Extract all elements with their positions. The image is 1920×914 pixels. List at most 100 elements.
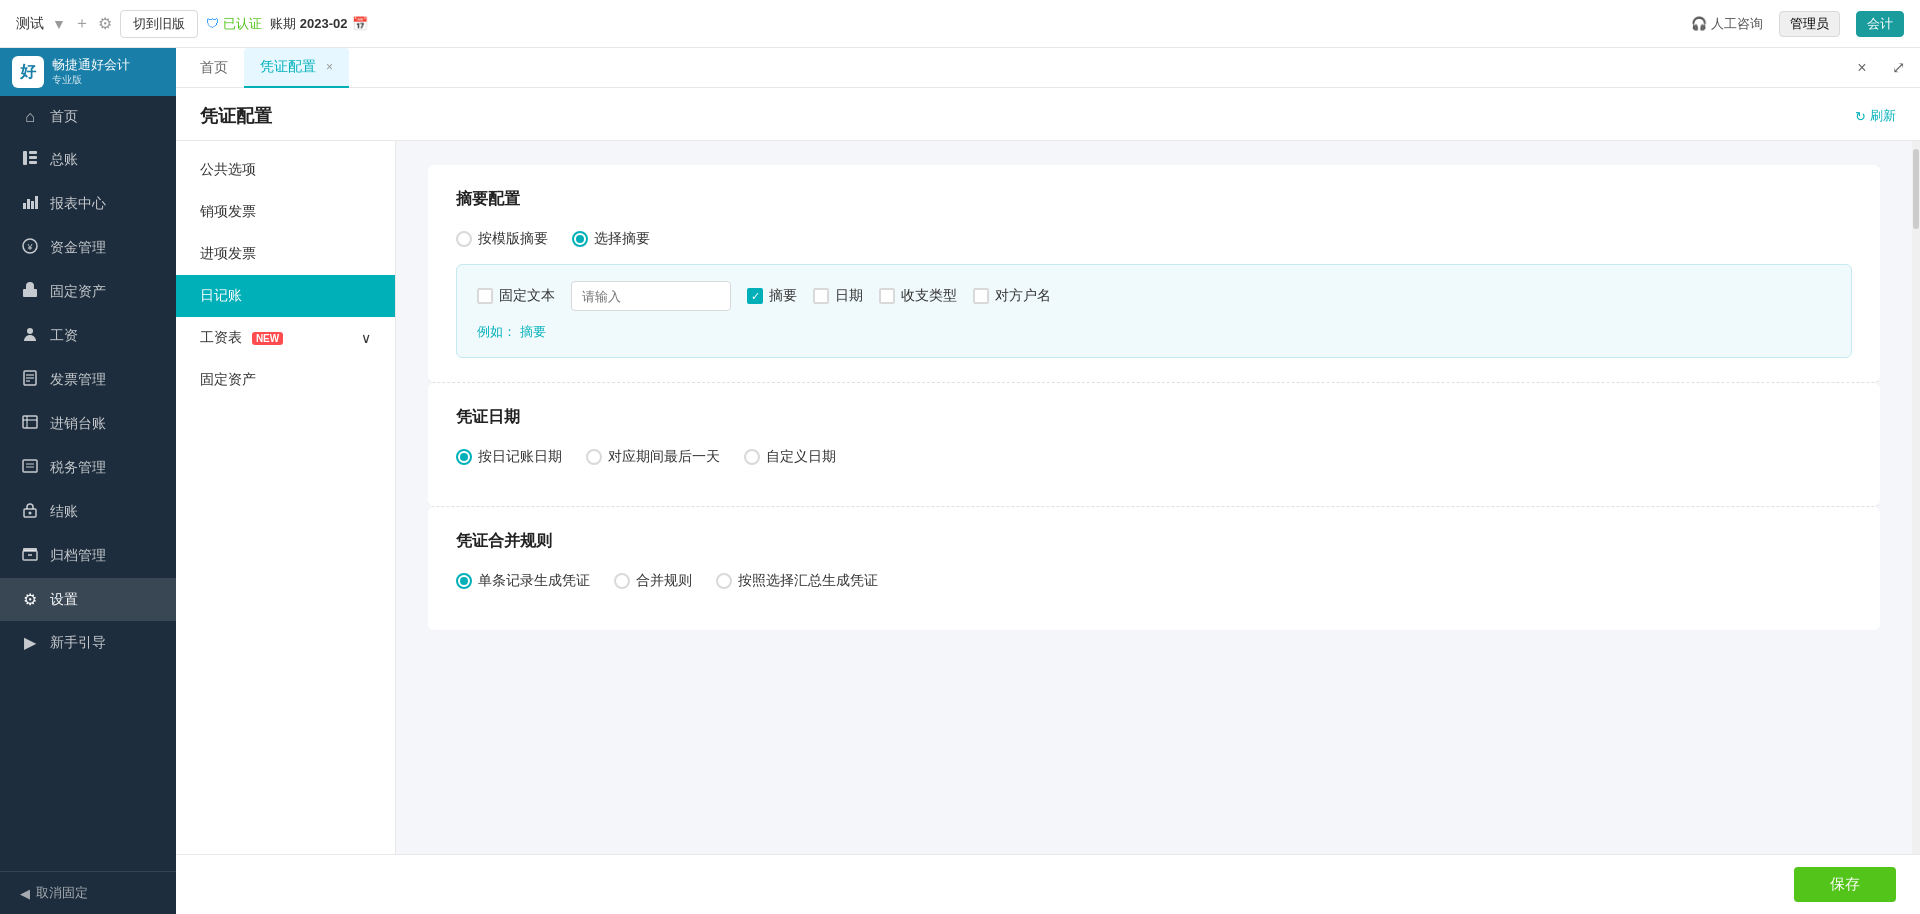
sidebar-label-reports: 报表中心 [50,195,106,213]
reports-icon [20,194,40,214]
switch-version-button[interactable]: 切到旧版 [120,10,198,38]
sidebar-item-tax[interactable]: 税务管理 [0,446,176,490]
accountant-button[interactable]: 会计 [1856,11,1904,37]
expand-window-icon[interactable]: ⤢ [1884,54,1912,82]
calendar-icon[interactable]: 📅 [352,16,368,31]
journal-date-circle [456,449,472,465]
radio-journal-date[interactable]: 按日记账日期 [456,448,562,466]
inner-layout: 公共选项 销项发票 进项发票 日记账 工资表 NEW [176,141,1920,854]
svg-rect-7 [35,196,38,209]
svg-rect-6 [31,201,34,209]
add-icon[interactable]: ＋ [74,13,90,34]
radio-select-label: 选择摘要 [594,230,650,248]
logo-icon: 好 [12,56,44,88]
sidebar-nav: ⌂ 首页 总账 报表中心 ¥ 资金管理 [0,96,176,871]
svg-rect-16 [23,416,37,428]
nav-item-fixed-assets[interactable]: 固定资产 [176,359,395,401]
sidebar-item-assets[interactable]: 固定资产 [0,270,176,314]
manager-button[interactable]: 管理员 [1779,11,1840,37]
tab-voucher-config[interactable]: 凭证配置 × [244,48,349,88]
sidebar-item-reports[interactable]: 报表中心 [0,182,176,226]
company-name: 测试 [16,15,44,33]
svg-rect-0 [23,151,27,165]
save-button[interactable]: 保存 [1794,867,1896,902]
shield-icon: 🛡 [206,16,219,31]
sidebar-item-funds[interactable]: ¥ 资金管理 [0,226,176,270]
fixed-text-label: 固定文本 [499,287,555,305]
date-config-section: 凭证日期 按日记账日期 对应期间最后一天 [428,383,1880,507]
purchase-sale-icon [20,414,40,434]
summary-radio-group: 按模版摘要 选择摘要 [456,230,1852,248]
close-window-icon[interactable]: × [1848,54,1876,82]
sidebar-label-home: 首页 [50,108,78,126]
custom-date-circle [744,449,760,465]
sidebar-label-assets: 固定资产 [50,283,106,301]
fixed-text-checkbox [477,288,493,304]
sidebar-item-ledger[interactable]: 总账 [0,138,176,182]
refresh-icon: ↻ [1855,109,1866,124]
nav-item-purchase-invoice[interactable]: 进项发票 [176,233,395,275]
new-badge: NEW [252,332,283,345]
radio-merge-rule[interactable]: 合并规则 [614,572,692,590]
checkbox-fixed-text[interactable]: 固定文本 [477,287,555,305]
sidebar-item-home[interactable]: ⌂ 首页 [0,96,176,138]
sidebar-item-settings[interactable]: ⚙ 设置 [0,578,176,621]
sidebar-item-salary[interactable]: 工资 [0,314,176,358]
top-bar: 测试 ▼ ＋ ⚙ 切到旧版 🛡 已认证 账期 2023-02 📅 🎧 人工咨询 … [0,0,1920,48]
archive-icon [20,546,40,566]
logo-text-block: 畅捷通好会计 专业版 [52,57,130,88]
svg-point-11 [27,328,33,334]
service-button[interactable]: 🎧 人工咨询 [1691,15,1763,33]
income-type-checkbox [879,288,895,304]
scrollbar-track [1912,141,1920,854]
tax-icon [20,458,40,478]
checkbox-counterpart[interactable]: 对方户名 [973,287,1051,305]
sidebar-item-guide[interactable]: ▶ 新手引导 [0,621,176,664]
tab-home[interactable]: 首页 [184,48,244,88]
home-icon: ⌂ [20,108,40,126]
salary-icon [20,326,40,346]
nav-item-public[interactable]: 公共选项 [176,149,395,191]
checkbox-income-type[interactable]: 收支类型 [879,287,957,305]
fixed-text-input[interactable] [571,281,731,311]
sidebar: 好 畅捷通好会计 专业版 ⌂ 首页 总账 报表中心 [0,48,176,914]
sidebar-item-invoice[interactable]: 发票管理 [0,358,176,402]
sidebar-item-closing[interactable]: 结账 [0,490,176,534]
radio-select-summary[interactable]: 选择摘要 [572,230,650,248]
checkbox-summary[interactable]: 摘要 [747,287,797,305]
funds-icon: ¥ [20,238,40,258]
svg-rect-25 [23,548,37,551]
checkbox-date[interactable]: 日期 [813,287,863,305]
merge-section-title: 凭证合并规则 [456,531,1852,552]
cancel-fixed-button[interactable]: ◀ 取消固定 [0,871,176,914]
bottom-bar: 保存 [176,854,1920,914]
assets-icon [20,282,40,302]
settings-icon[interactable]: ⚙ [98,14,112,33]
radio-last-day[interactable]: 对应期间最后一天 [586,448,720,466]
sidebar-label-ledger: 总账 [50,151,78,169]
nav-item-sales-invoice[interactable]: 销项发票 [176,191,395,233]
refresh-button[interactable]: ↻ 刷新 [1855,107,1896,125]
main-layout: 好 畅捷通好会计 专业版 ⌂ 首页 总账 报表中心 [0,48,1920,914]
sidebar-item-purchase-sale[interactable]: 进销台账 [0,402,176,446]
single-circle [456,573,472,589]
last-day-label: 对应期间最后一天 [608,448,720,466]
tab-close-button[interactable]: × [326,60,333,74]
dropdown-icon[interactable]: ▼ [52,16,66,32]
merge-radio-group: 单条记录生成凭证 合并规则 按照选择汇总生成凭证 [456,572,1852,590]
merge-rule-label: 合并规则 [636,572,692,590]
sidebar-item-archive[interactable]: 归档管理 [0,534,176,578]
example-text: 例如： 摘要 [477,323,1831,341]
radio-select-summary-merge[interactable]: 按照选择汇总生成凭证 [716,572,878,590]
counterpart-label: 对方户名 [995,287,1051,305]
radio-single[interactable]: 单条记录生成凭证 [456,572,590,590]
nav-item-journal[interactable]: 日记账 [176,275,395,317]
single-label: 单条记录生成凭证 [478,572,590,590]
svg-rect-2 [29,156,37,159]
nav-item-payroll[interactable]: 工资表 NEW ∨ [176,317,395,359]
last-day-circle [586,449,602,465]
scrollbar-thumb[interactable] [1913,149,1919,229]
radio-template-summary[interactable]: 按模版摘要 [456,230,548,248]
radio-custom-date[interactable]: 自定义日期 [744,448,836,466]
right-panel: 摘要配置 按模版摘要 选择摘要 [396,141,1920,854]
